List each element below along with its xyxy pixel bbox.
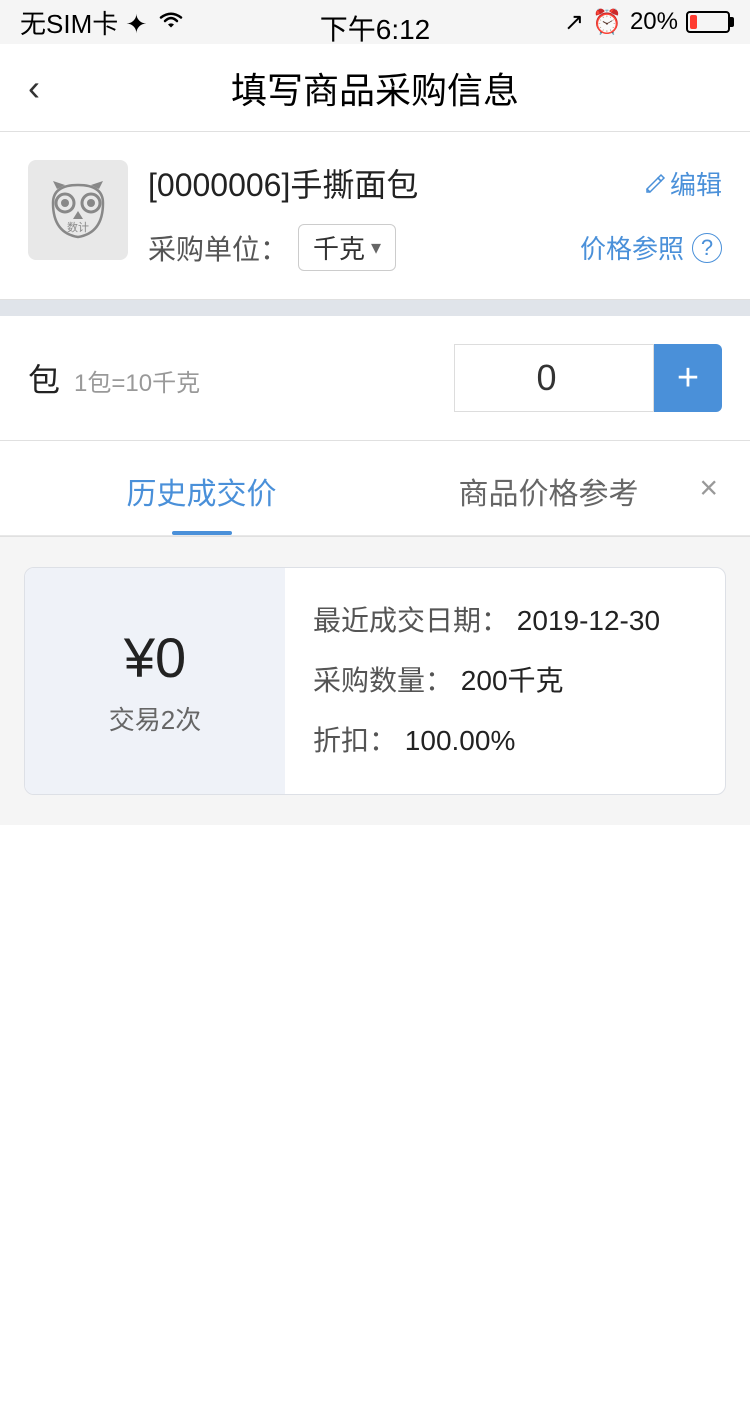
- recent-date-label: 最近成交日期：: [313, 605, 509, 636]
- status-left: 无SIM卡 ✦: [20, 4, 185, 41]
- price-amount: ¥0: [124, 625, 186, 690]
- section-divider: [0, 300, 750, 316]
- price-ref-label: 价格参照: [580, 229, 684, 266]
- tabs-header: 历史成交价 商品价格参考 ×: [0, 441, 750, 536]
- product-unit-row: 采购单位： 千克 ▾ 价格参照 ?: [148, 224, 722, 271]
- discount-label: 折扣：: [313, 725, 397, 756]
- quantity-row: 包 1包=10千克 +: [0, 316, 750, 441]
- price-card: ¥0 交易2次 最近成交日期： 2019-12-30 采购数量： 200千克 折…: [24, 567, 726, 795]
- carrier-text: 无SIM卡 ✦: [20, 4, 147, 41]
- unit-select-text: 千克: [313, 229, 365, 266]
- discount-value: 100.00%: [405, 725, 516, 756]
- tab-product-price-ref[interactable]: 商品价格参考: [375, 441, 722, 535]
- price-detail-date-row: 最近成交日期： 2019-12-30: [313, 600, 697, 642]
- quantity-label-group: 包 1包=10千克: [28, 355, 200, 401]
- price-card-left: ¥0 交易2次: [25, 568, 285, 794]
- purchase-qty-label: 采购数量：: [313, 665, 453, 696]
- product-card: 数计 [0000006]手撕面包 编辑 采购单位： 千克: [0, 132, 750, 300]
- unit-label: 采购单位：: [148, 228, 288, 268]
- price-trades: 交易2次: [109, 700, 201, 737]
- quantity-unit: 包: [28, 355, 60, 401]
- recent-date-value: 2019-12-30: [517, 605, 660, 636]
- page-title: 填写商品采购信息: [231, 62, 519, 114]
- battery-percent: 20%: [630, 8, 678, 36]
- price-detail-qty-row: 采购数量： 200千克: [313, 660, 697, 702]
- purchase-qty-value: 200千克: [461, 665, 564, 696]
- product-info: [0000006]手撕面包 编辑 采购单位： 千克 ▾ 价格参照: [148, 160, 722, 271]
- back-button[interactable]: ‹: [28, 67, 40, 109]
- bottom-area: [0, 825, 750, 1425]
- tab-active-underline: [172, 531, 232, 535]
- status-bar: 无SIM卡 ✦ 下午6:12 ↗ ⏰ 20%: [0, 0, 750, 44]
- tab-history-price[interactable]: 历史成交价: [28, 441, 375, 535]
- battery-icon: [686, 11, 730, 33]
- price-symbol: ¥: [124, 626, 155, 689]
- nav-bar: ‹ 填写商品采购信息: [0, 44, 750, 132]
- product-name-row: [0000006]手撕面包 编辑: [148, 160, 722, 206]
- price-ref-help-icon: ?: [692, 233, 722, 263]
- price-ref-button[interactable]: 价格参照 ?: [580, 229, 722, 266]
- dropdown-arrow-icon: ▾: [371, 235, 381, 260]
- product-logo: 数计: [28, 160, 128, 260]
- location-icon: ↗: [564, 8, 584, 37]
- tabs-section: 历史成交价 商品价格参考 ×: [0, 441, 750, 537]
- svg-text:数计: 数计: [67, 221, 89, 234]
- price-value: 0: [155, 626, 186, 689]
- edit-button[interactable]: 编辑: [644, 165, 722, 202]
- status-time: 下午6:12: [320, 8, 431, 48]
- alarm-icon: ⏰: [592, 8, 622, 37]
- price-detail-discount-row: 折扣： 100.00%: [313, 720, 697, 762]
- tab-product-price-ref-label: 商品价格参考: [459, 478, 639, 511]
- quantity-plus-button[interactable]: +: [654, 344, 722, 412]
- tab-history-price-label: 历史成交价: [127, 478, 277, 511]
- quantity-input[interactable]: [454, 344, 654, 412]
- unit-select[interactable]: 千克 ▾: [298, 224, 396, 271]
- product-name: [0000006]手撕面包: [148, 160, 418, 206]
- price-card-right: 最近成交日期： 2019-12-30 采购数量： 200千克 折扣： 100.0…: [285, 568, 725, 794]
- tab-close-button[interactable]: ×: [691, 462, 726, 515]
- quantity-input-group: +: [454, 344, 722, 412]
- quantity-conversion: 1包=10千克: [74, 363, 200, 398]
- wifi-icon: [157, 7, 185, 38]
- status-right: ↗ ⏰ 20%: [564, 8, 730, 37]
